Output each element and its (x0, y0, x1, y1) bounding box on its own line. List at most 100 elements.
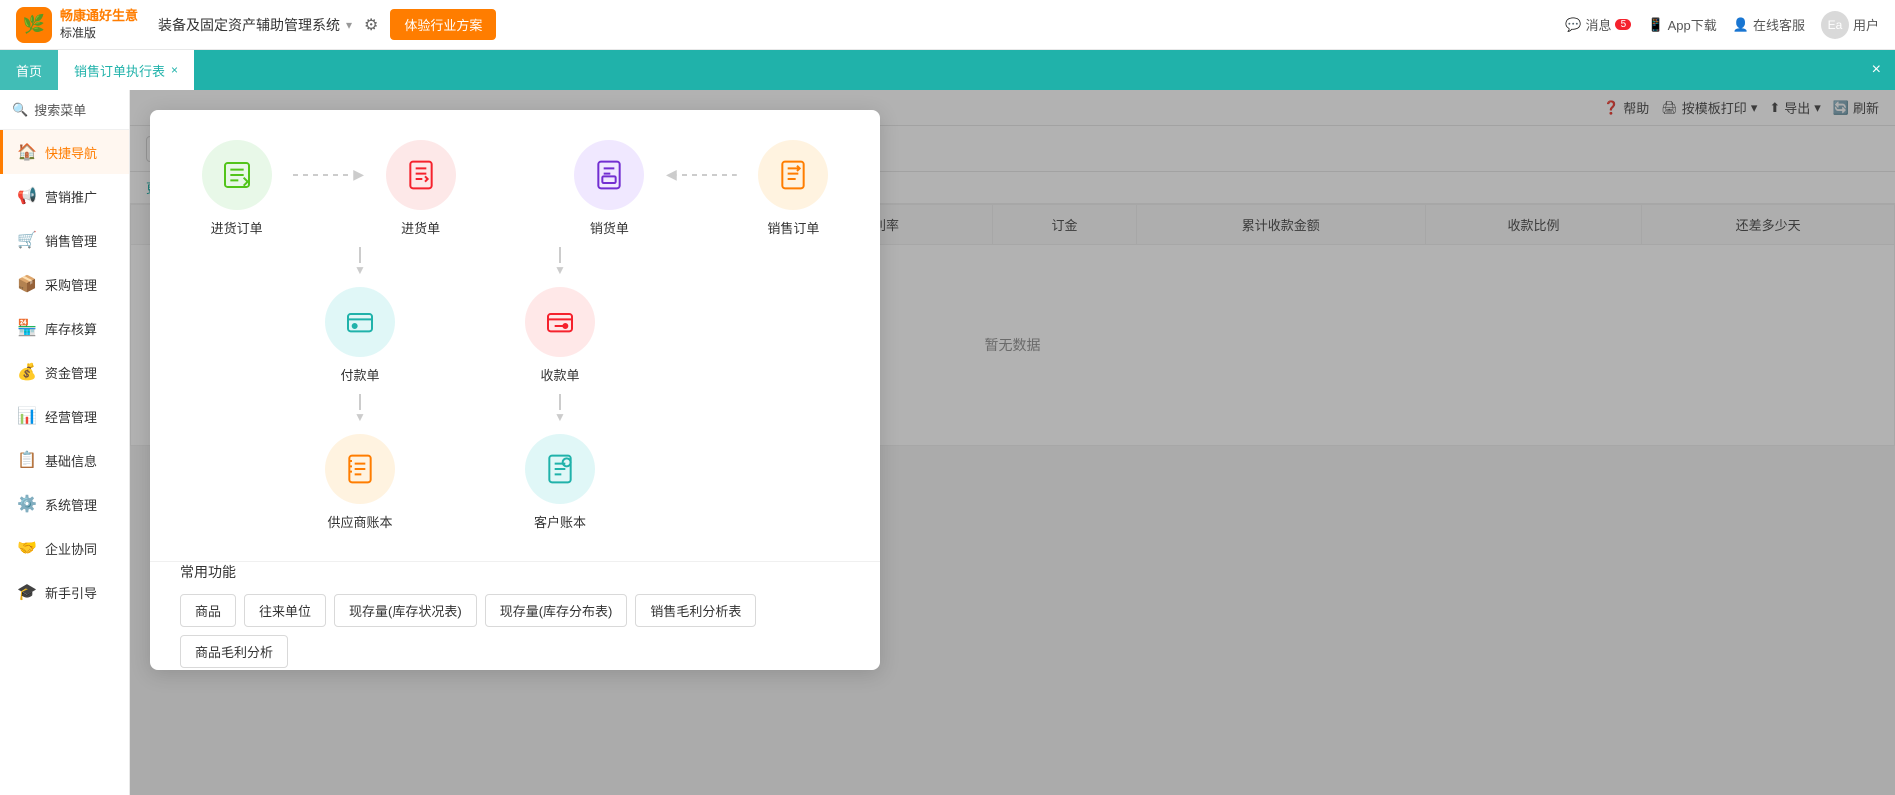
sidebar-item-marketing[interactable]: 📢 营销推广 (0, 174, 129, 218)
down-arrow-supplier: ▼ (300, 394, 420, 424)
search-menu-button[interactable]: 🔍 搜索菜单 (0, 90, 129, 130)
close-all-tabs-button[interactable]: × (1858, 61, 1895, 79)
logo-area: 🌿 畅康通好生意 标准版 (16, 7, 146, 43)
sidebar-item-inventory[interactable]: 🏪 库存核算 (0, 306, 129, 350)
arrow-left-icon: ▶ (666, 166, 677, 183)
message-button[interactable]: 💬 消息 5 (1565, 15, 1631, 34)
flow-node-receipt[interactable]: 收款单 (500, 287, 620, 384)
flow-row-arrows: ▼ ▼ (180, 247, 850, 277)
online-service-button[interactable]: 👤 在线客服 (1733, 15, 1805, 34)
search-menu-label: 搜索菜单 (34, 100, 86, 119)
sidebar-item-label: 资金管理 (45, 363, 97, 382)
nav-tabs: 首页 销售订单执行表 × × (0, 50, 1895, 90)
down-arrow-receipt: ▼ (500, 247, 620, 277)
trial-button[interactable]: 体验行业方案 (390, 9, 496, 40)
btn-gross-analysis[interactable]: 销售毛利分析表 (635, 594, 756, 627)
quick-nav-icon: 🏠 (17, 142, 37, 162)
flow-section: 进货订单 ▶ (150, 110, 880, 561)
modal-overlay[interactable]: 进货订单 ▶ (130, 90, 1895, 795)
flow-node-customer-ledger[interactable]: 客户账本 (500, 434, 620, 531)
dropdown-arrow-icon[interactable]: ▾ (346, 18, 352, 32)
btn-stock-status[interactable]: 现存量(库存状况表) (334, 594, 477, 627)
sidebar-item-newbie[interactable]: 🎓 新手引导 (0, 570, 129, 614)
sidebar-item-purchase[interactable]: 📦 采购管理 (0, 262, 129, 306)
sale-bill-label: 销货单 (590, 218, 629, 237)
flow-node-supplier-ledger[interactable]: 供应商账本 (300, 434, 420, 531)
supplier-ledger-icon (325, 434, 395, 504)
system-title-wrap: 装备及固定资产辅助管理系统 ▾ (158, 15, 352, 35)
service-icon: 👤 (1733, 17, 1749, 33)
receipt-label: 收款单 (540, 365, 579, 384)
inventory-icon: 🏪 (17, 318, 37, 338)
sale-bill-icon (574, 140, 644, 210)
customer-ledger-label: 客户账本 (534, 512, 586, 531)
search-icon: 🔍 (12, 102, 28, 118)
sale-order-label: 销售订单 (767, 218, 819, 237)
sidebar-item-quick-nav[interactable]: 🏠 快捷导航 (0, 130, 129, 174)
sidebar-item-label: 销售管理 (45, 231, 97, 250)
common-buttons-row-1: 商品 往来单位 现存量(库存状况表) 现存量(库存分布表) 销售毛利分析表 商品… (180, 594, 850, 668)
sidebar-item-finance[interactable]: 💰 资金管理 (0, 350, 129, 394)
logo-sub: 标准版 (60, 25, 138, 42)
btn-stock-dist[interactable]: 现存量(库存分布表) (485, 594, 628, 627)
flow-row-1: 进货订单 ▶ (180, 140, 850, 237)
btn-goods[interactable]: 商品 (180, 594, 236, 627)
tab-home[interactable]: 首页 (0, 50, 58, 90)
flow-row-arrows-2: ▼ ▼ (180, 394, 850, 424)
flow-node-purchase-bill[interactable]: 进货单 (364, 140, 477, 237)
sidebar-item-label: 库存核算 (45, 319, 97, 338)
tab-sale-order[interactable]: 销售订单执行表 × (58, 50, 194, 90)
arrow-right-icon: ▶ (353, 166, 364, 183)
system-icon: ⚙️ (17, 494, 37, 514)
app-label: App下载 (1668, 15, 1717, 34)
app-download-button[interactable]: 📱 App下载 (1647, 15, 1716, 34)
down-arrow-payment: ▼ (300, 247, 420, 277)
message-icon: 💬 (1565, 17, 1581, 33)
flow-node-sale-order[interactable]: 销售订单 (737, 140, 850, 237)
message-label: 消息 (1585, 15, 1611, 34)
sidebar-item-system[interactable]: ⚙️ 系统管理 (0, 482, 129, 526)
payment-label: 付款单 (340, 365, 379, 384)
user-label: 用户 (1853, 15, 1879, 34)
user-area[interactable]: Ea 用户 (1821, 11, 1879, 39)
sidebar-item-label: 企业协同 (45, 539, 97, 558)
common-functions-title: 常用功能 (180, 562, 850, 582)
sidebar-item-collab[interactable]: 🤝 企业协同 (0, 526, 129, 570)
logo-title: 畅康通好生意 (60, 7, 138, 25)
purchase-bill-label: 进货单 (401, 218, 440, 237)
down-arrow-customer: ▼ (500, 394, 620, 424)
payment-icon (325, 287, 395, 357)
flow-node-purchase-order[interactable]: 进货订单 (180, 140, 293, 237)
sale-order-icon (758, 140, 828, 210)
flow-node-sale-bill[interactable]: 销货单 (553, 140, 666, 237)
newbie-icon: 🎓 (17, 582, 37, 602)
operation-icon: 📊 (17, 406, 37, 426)
gear-icon[interactable]: ⚙ (364, 15, 378, 35)
main-layout: 🔍 搜索菜单 🏠 快捷导航 📢 营销推广 🛒 销售管理 📦 采购管理 🏪 库存核… (0, 90, 1895, 795)
header-right: 💬 消息 5 📱 App下载 👤 在线客服 Ea 用户 (1565, 11, 1879, 39)
content-area: ❓ 帮助 🖨 按模板打印 ▾ ⬆ 导出 ▾ 🔄 刷新 (130, 90, 1895, 795)
tab-close-icon[interactable]: × (171, 63, 178, 77)
service-label: 在线客服 (1753, 15, 1805, 34)
sidebar-item-sales[interactable]: 🛒 销售管理 (0, 218, 129, 262)
purchase-bill-icon (386, 140, 456, 210)
tab-label: 销售订单执行表 (74, 61, 165, 80)
arrow-h-1: ▶ (293, 166, 364, 211)
logo-icon: 🌿 (16, 7, 52, 43)
sidebar-item-label: 经营管理 (45, 407, 97, 426)
sidebar-item-basic[interactable]: 📋 基础信息 (0, 438, 129, 482)
sales-icon: 🛒 (17, 230, 37, 250)
purchase-icon: 📦 (17, 274, 37, 294)
collab-icon: 🤝 (17, 538, 37, 558)
flow-row-2: 付款单 收款单 (180, 287, 850, 384)
btn-counterpart[interactable]: 往来单位 (244, 594, 326, 627)
sidebar-item-label: 系统管理 (45, 495, 97, 514)
flow-node-payment[interactable]: 付款单 (300, 287, 420, 384)
btn-goods-gross[interactable]: 商品毛利分析 (180, 635, 288, 668)
basic-icon: 📋 (17, 450, 37, 470)
sidebar-item-label: 采购管理 (45, 275, 97, 294)
finance-icon: 💰 (17, 362, 37, 382)
sidebar-item-operation[interactable]: 📊 经营管理 (0, 394, 129, 438)
logo-text: 畅康通好生意 标准版 (60, 7, 138, 42)
flow-row-3: 供应商账本 客户账本 (180, 434, 850, 531)
